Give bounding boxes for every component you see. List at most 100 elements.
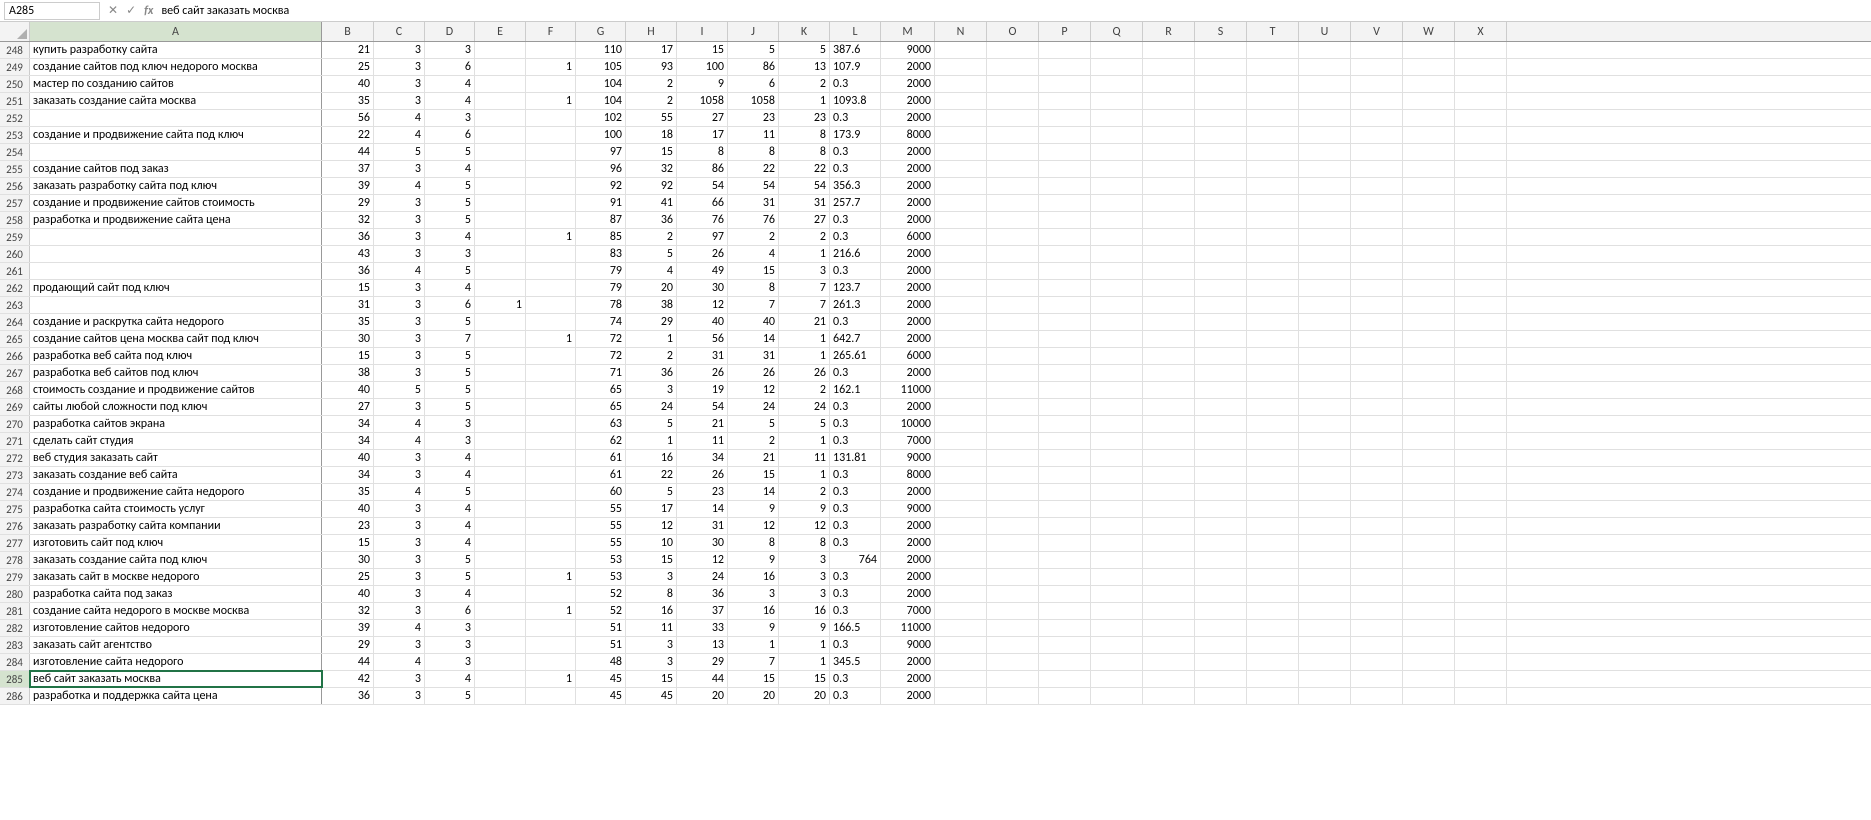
cell-F[interactable] (526, 161, 576, 177)
cell-M[interactable]: 2000 (881, 365, 935, 381)
cell-X[interactable] (1455, 93, 1507, 109)
cell-C[interactable]: 3 (374, 518, 425, 534)
cell-X[interactable] (1455, 178, 1507, 194)
cell-M[interactable]: 2000 (881, 399, 935, 415)
cell-P[interactable] (1039, 450, 1091, 466)
cell-U[interactable] (1299, 586, 1351, 602)
cell-N[interactable] (935, 535, 987, 551)
col-header-E[interactable]: E (475, 22, 526, 41)
cell-S[interactable] (1195, 229, 1247, 245)
cell-C[interactable]: 4 (374, 620, 425, 636)
cell-H[interactable]: 93 (626, 59, 677, 75)
cell-Q[interactable] (1091, 518, 1143, 534)
cell-B[interactable]: 34 (322, 467, 374, 483)
cell-B[interactable]: 15 (322, 280, 374, 296)
cell-P[interactable] (1039, 280, 1091, 296)
cell-K[interactable]: 7 (779, 297, 830, 313)
cell-W[interactable] (1403, 688, 1455, 704)
cell-R[interactable] (1143, 399, 1195, 415)
cell-M[interactable]: 2000 (881, 178, 935, 194)
row-header[interactable]: 263 (0, 297, 30, 313)
cell-O[interactable] (987, 450, 1039, 466)
cell-K[interactable]: 2 (779, 229, 830, 245)
cell-O[interactable] (987, 569, 1039, 585)
cell-R[interactable] (1143, 450, 1195, 466)
cell-I[interactable]: 9 (677, 76, 728, 92)
cell-V[interactable] (1351, 637, 1403, 653)
cell-U[interactable] (1299, 433, 1351, 449)
row-header[interactable]: 284 (0, 654, 30, 670)
row-header[interactable]: 265 (0, 331, 30, 347)
cell-A[interactable]: заказать создание веб сайта (30, 467, 322, 483)
cell-D[interactable]: 4 (425, 671, 475, 687)
cell-C[interactable]: 3 (374, 586, 425, 602)
cell-P[interactable] (1039, 297, 1091, 313)
cell-R[interactable] (1143, 586, 1195, 602)
cell-Q[interactable] (1091, 586, 1143, 602)
cell-M[interactable]: 2000 (881, 161, 935, 177)
cell-K[interactable]: 22 (779, 161, 830, 177)
cell-U[interactable] (1299, 688, 1351, 704)
cell-O[interactable] (987, 671, 1039, 687)
cell-H[interactable]: 3 (626, 382, 677, 398)
cell-M[interactable]: 9000 (881, 637, 935, 653)
cell-W[interactable] (1403, 110, 1455, 126)
cell-T[interactable] (1247, 314, 1299, 330)
cell-F[interactable] (526, 297, 576, 313)
cell-U[interactable] (1299, 331, 1351, 347)
cell-N[interactable] (935, 382, 987, 398)
cell-W[interactable] (1403, 535, 1455, 551)
cell-V[interactable] (1351, 688, 1403, 704)
cell-M[interactable]: 11000 (881, 382, 935, 398)
cell-I[interactable]: 31 (677, 518, 728, 534)
cell-B[interactable]: 37 (322, 161, 374, 177)
cell-G[interactable]: 110 (576, 42, 626, 58)
cell-T[interactable] (1247, 620, 1299, 636)
cell-G[interactable]: 104 (576, 93, 626, 109)
cell-C[interactable]: 3 (374, 671, 425, 687)
cell-V[interactable] (1351, 331, 1403, 347)
cell-U[interactable] (1299, 654, 1351, 670)
cell-M[interactable]: 2000 (881, 212, 935, 228)
cell-G[interactable]: 102 (576, 110, 626, 126)
row-header[interactable]: 262 (0, 280, 30, 296)
cell-F[interactable] (526, 195, 576, 211)
cell-K[interactable]: 5 (779, 416, 830, 432)
cell-V[interactable] (1351, 178, 1403, 194)
row-header[interactable]: 258 (0, 212, 30, 228)
cell-P[interactable] (1039, 263, 1091, 279)
cell-V[interactable] (1351, 144, 1403, 160)
cell-Q[interactable] (1091, 93, 1143, 109)
cell-V[interactable] (1351, 433, 1403, 449)
cell-S[interactable] (1195, 637, 1247, 653)
cell-X[interactable] (1455, 229, 1507, 245)
cell-H[interactable]: 1 (626, 433, 677, 449)
cell-J[interactable]: 31 (728, 348, 779, 364)
cell-G[interactable]: 87 (576, 212, 626, 228)
cell-U[interactable] (1299, 603, 1351, 619)
cell-F[interactable] (526, 144, 576, 160)
cell-W[interactable] (1403, 637, 1455, 653)
cell-B[interactable]: 38 (322, 365, 374, 381)
cell-W[interactable] (1403, 671, 1455, 687)
cell-P[interactable] (1039, 620, 1091, 636)
cell-G[interactable]: 79 (576, 280, 626, 296)
cell-M[interactable]: 7000 (881, 433, 935, 449)
cell-L[interactable]: 0.3 (830, 484, 881, 500)
cell-E[interactable] (475, 263, 526, 279)
cell-Q[interactable] (1091, 399, 1143, 415)
cell-V[interactable] (1351, 416, 1403, 432)
cell-P[interactable] (1039, 314, 1091, 330)
cell-J[interactable]: 4 (728, 246, 779, 262)
cell-X[interactable] (1455, 654, 1507, 670)
row-header[interactable]: 264 (0, 314, 30, 330)
cell-M[interactable]: 6000 (881, 229, 935, 245)
cell-E[interactable] (475, 484, 526, 500)
cell-X[interactable] (1455, 603, 1507, 619)
cell-Q[interactable] (1091, 144, 1143, 160)
cell-X[interactable] (1455, 518, 1507, 534)
cell-T[interactable] (1247, 246, 1299, 262)
cell-R[interactable] (1143, 569, 1195, 585)
cell-U[interactable] (1299, 450, 1351, 466)
cell-W[interactable] (1403, 433, 1455, 449)
